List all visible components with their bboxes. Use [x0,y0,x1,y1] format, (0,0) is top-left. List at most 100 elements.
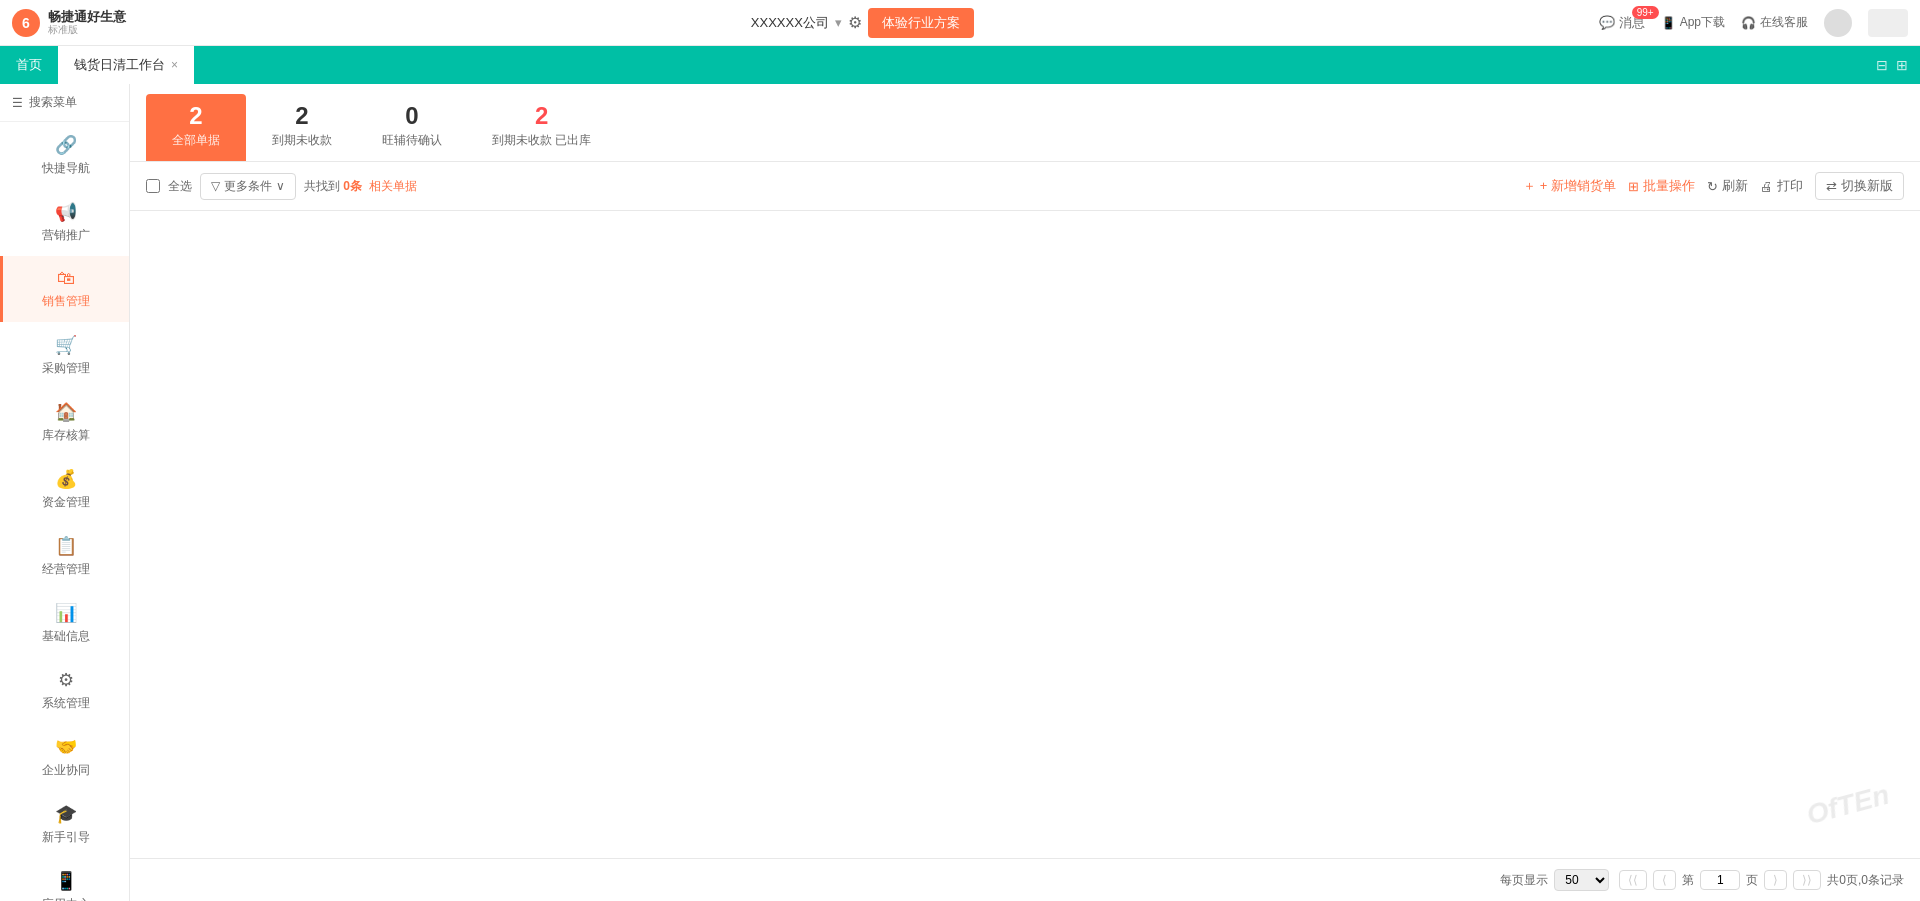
switch-icon: ⇄ [1826,179,1837,194]
logo-main: 畅捷通好生意 [48,9,126,25]
per-page-label: 每页显示 [1500,872,1548,889]
next-page-button[interactable]: ⟩ [1764,870,1787,890]
filter-chevron-icon: ∨ [276,179,285,193]
sidebar-label-1: 营销推广 [42,227,90,244]
maximize-icon[interactable]: ⊞ [1896,57,1908,73]
add-sale-button[interactable]: ＋ + 新增销货单 [1523,177,1616,195]
sidebar-label-6: 经营管理 [42,561,90,578]
stat-tab-shipped[interactable]: 2 到期未收款 已出库 [468,94,615,161]
sidebar-icon-7: 📊 [55,602,77,624]
sidebar-icon-1: 📢 [55,201,77,223]
stat-shipped-label: 到期未收款 已出库 [492,132,591,149]
select-all-checkbox[interactable] [146,179,160,193]
stat-overdue-label: 到期未收款 [272,132,332,149]
table-area [130,211,1920,858]
sidebar-label-2: 销售管理 [42,293,90,310]
sidebar-item-5[interactable]: 💰 资金管理 [0,456,129,523]
sidebar-item-7[interactable]: 📊 基础信息 [0,590,129,657]
sidebar-icon-8: ⚙ [58,669,74,691]
sidebar-item-10[interactable]: 🎓 新手引导 [0,791,129,858]
online-service-button[interactable]: 🎧 在线客服 [1741,14,1808,31]
sidebar-label-4: 库存核算 [42,427,90,444]
refresh-button[interactable]: ↻ 刷新 [1707,177,1748,195]
sidebar-icon-0: 🔗 [55,134,77,156]
batch-btn-label: 批量操作 [1643,177,1695,195]
search-menu-item[interactable]: ☰ 搜索菜单 [0,84,129,122]
tab-home[interactable]: 首页 [0,46,58,84]
sidebar-item-0[interactable]: 🔗 快捷导航 [0,122,129,189]
stat-overdue-count: 2 [295,102,308,130]
sidebar-label-9: 企业协同 [42,762,90,779]
stat-tab-all[interactable]: 2 全部单据 [146,94,246,161]
sidebar-label-0: 快捷导航 [42,160,90,177]
stat-all-count: 2 [189,102,202,130]
settings-icon[interactable]: ⚙ [848,13,862,32]
search-menu-label: 搜索菜单 [29,94,77,111]
batch-icon: ⊞ [1628,179,1639,194]
sidebar-item-2[interactable]: 🛍 销售管理 [0,256,129,322]
trial-button[interactable]: 体验行业方案 [868,8,974,38]
tab-close-icon[interactable]: × [171,58,178,72]
switch-version-button[interactable]: ⇄ 切换新版 [1815,172,1904,200]
company-dropdown-icon[interactable]: ▾ [835,15,842,30]
stat-tab-overdue[interactable]: 2 到期未收款 [248,94,356,161]
page-label: 第 [1682,872,1694,889]
per-page-select[interactable]: 50 100 200 [1554,869,1609,891]
found-count: 0条 [343,179,362,193]
sidebar-item-6[interactable]: 📋 经营管理 [0,523,129,590]
logo-text: 畅捷通好生意 标准版 [48,9,126,37]
company-name: XXXXXX公司 [751,14,829,32]
first-page-button[interactable]: ⟨⟨ [1619,870,1647,890]
sidebar-item-11[interactable]: 📱 应用中心 [0,858,129,901]
filter-icon: ▽ [211,179,220,193]
last-page-button[interactable]: ⟩⟩ [1793,870,1821,890]
toolbar-left: 全选 ▽ 更多条件 ∨ 共找到 0条 相关单据 [146,173,1511,200]
sidebar-item-3[interactable]: 🛒 采购管理 [0,322,129,389]
sidebar-label-3: 采购管理 [42,360,90,377]
select-all-label: 全选 [168,178,192,195]
message-icon: 💬 [1599,15,1615,30]
tab-active[interactable]: 钱货日清工作台 × [58,46,194,84]
print-button[interactable]: 🖨 打印 [1760,177,1803,195]
user-panel[interactable] [1868,9,1908,37]
filter-label: 更多条件 [224,178,272,195]
logo-sub: 标准版 [48,24,126,36]
logo-icon: 6 [12,9,40,37]
sidebar-items: 🔗 快捷导航 📢 营销推广 🛍 销售管理 🛒 采购管理 🏠 库存核算 💰 资金管… [0,122,129,901]
top-header: 6 畅捷通好生意 标准版 XXXXXX公司 ▾ ⚙ 体验行业方案 💬 消息 99… [0,0,1920,46]
batch-operation-button[interactable]: ⊞ 批量操作 [1628,177,1695,195]
sidebar-label-7: 基础信息 [42,628,90,645]
sidebar: ☰ 搜索菜单 🔗 快捷导航 📢 营销推广 🛍 销售管理 🛒 采购管理 🏠 库存核… [0,84,130,901]
stat-tab-wang[interactable]: 0 旺辅待确认 [358,94,466,161]
sidebar-label-5: 资金管理 [42,494,90,511]
message-button[interactable]: 💬 消息 99+ [1599,14,1645,32]
download-icon: 📱 [1661,16,1676,30]
toolbar-right: ＋ + 新增销货单 ⊞ 批量操作 ↻ 刷新 🖨 打印 ⇄ 切换新版 [1523,172,1904,200]
sidebar-icon-5: 💰 [55,468,77,490]
toolbar: 全选 ▽ 更多条件 ∨ 共找到 0条 相关单据 ＋ + 新增销货单 [130,162,1920,211]
tab-bar-right: ⊟ ⊞ [1876,57,1920,73]
page-suffix: 页 [1746,872,1758,889]
app-download-button[interactable]: 📱 App下载 [1661,14,1725,31]
header-right: 💬 消息 99+ 📱 App下载 🎧 在线客服 [1599,9,1908,37]
sidebar-icon-6: 📋 [55,535,77,557]
prev-page-button[interactable]: ⟨ [1653,870,1676,890]
refresh-icon: ↻ [1707,179,1718,194]
page-input[interactable] [1700,870,1740,890]
sidebar-icon-9: 🤝 [55,736,77,758]
sidebar-label-8: 系统管理 [42,695,90,712]
print-label: 打印 [1777,177,1803,195]
sidebar-icon-10: 🎓 [55,803,77,825]
minimize-icon[interactable]: ⊟ [1876,57,1888,73]
sidebar-label-11: 应用中心 [42,896,90,901]
sidebar-item-1[interactable]: 📢 营销推广 [0,189,129,256]
sidebar-item-8[interactable]: ⚙ 系统管理 [0,657,129,724]
sidebar-item-4[interactable]: 🏠 库存核算 [0,389,129,456]
sidebar-item-9[interactable]: 🤝 企业协同 [0,724,129,791]
avatar[interactable] [1824,9,1852,37]
logo-area: 6 畅捷通好生意 标准版 [12,9,126,37]
stat-all-label: 全部单据 [172,132,220,149]
filter-button[interactable]: ▽ 更多条件 ∨ [200,173,296,200]
sidebar-icon-2: 🛍 [57,268,75,289]
pagination-bar: 每页显示 50 100 200 ⟨⟨ ⟨ 第 页 ⟩ ⟩⟩ 共0页,0条记录 [130,858,1920,901]
